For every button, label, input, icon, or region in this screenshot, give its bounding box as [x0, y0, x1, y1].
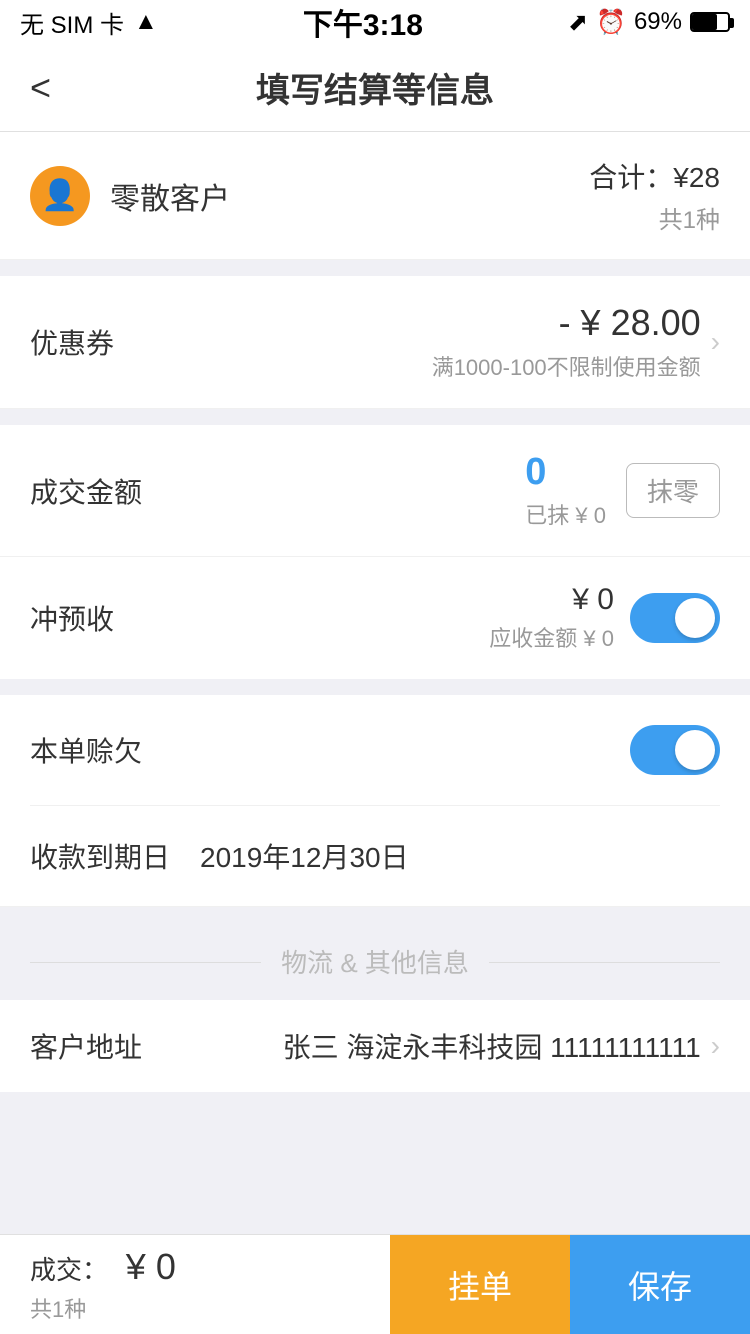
deal-prepay-section: 成交金额 0 已抹 ¥ 0 抹零 冲预收 ¥ 0 应收金额 ¥ 0 [0, 425, 750, 679]
duedate-value: 2019年12月30日 [200, 836, 409, 876]
pend-button[interactable]: 挂单 [390, 1235, 570, 1334]
deal-amount-label: 成交金额 [30, 471, 142, 511]
logistics-label: 物流 & 其他信息 [281, 948, 469, 978]
coupon-amount: - ¥ 28.00 [432, 302, 701, 344]
debt-label: 本单赊欠 [30, 730, 142, 770]
debt-section: 本单赊欠 收款到期日 2019年12月30日 [0, 695, 750, 907]
deal-right: 0 已抹 ¥ 0 抹零 [525, 451, 720, 530]
duedate-label: 收款到期日 [30, 836, 170, 876]
prepay-row: 冲预收 ¥ 0 应收金额 ¥ 0 [0, 557, 750, 679]
battery-icon [690, 12, 730, 32]
page-title: 填写结算等信息 [256, 63, 494, 112]
address-right: 张三 海淀永丰科技园 11111111111 › [283, 1026, 720, 1066]
customer-left: 👤 零散客户 [30, 166, 230, 226]
customer-right: 合计：¥28 共1种 [589, 156, 720, 235]
bottom-deal-label: 成交： [30, 1255, 108, 1285]
customer-row: 👤 零散客户 合计：¥28 共1种 [0, 132, 750, 260]
coupon-section: 优惠券 - ¥ 28.00 满1000-100不限制使用金额 › [0, 276, 750, 409]
battery-percent: 69% [634, 8, 682, 36]
save-button[interactable]: 保存 [570, 1235, 750, 1334]
wifi-icon: ▲ [134, 8, 158, 36]
carrier-label: 无 SIM 卡 [20, 5, 124, 40]
bottom-count: 共1种 [30, 1292, 360, 1324]
address-chevron-icon: › [711, 1030, 720, 1062]
address-value: 张三 海淀永丰科技园 11111111111 [283, 1026, 701, 1066]
prepay-receivable: 应收金额 ¥ 0 [489, 621, 614, 653]
content: 👤 零散客户 合计：¥28 共1种 优惠券 - ¥ 28.00 满1000-10… [0, 132, 750, 1228]
deal-amount-row: 成交金额 0 已抹 ¥ 0 抹零 [0, 425, 750, 557]
total-amount: 合计：¥28 [589, 156, 720, 196]
customer-section: 👤 零散客户 合计：¥28 共1种 [0, 132, 750, 260]
already-zero: 已抹 ¥ 0 [525, 498, 606, 530]
debt-row: 本单赊欠 [0, 695, 750, 805]
status-time: 下午3:18 [303, 0, 423, 44]
debt-toggle[interactable] [630, 725, 720, 775]
coupon-row[interactable]: 优惠券 - ¥ 28.00 满1000-100不限制使用金额 › [0, 276, 750, 409]
prepay-right: ¥ 0 应收金额 ¥ 0 [489, 583, 720, 653]
status-bar: 无 SIM 卡 ▲ 下午3:18 ⬈ ⏰ 69% [0, 0, 750, 44]
status-right: ⬈ ⏰ 69% [568, 8, 730, 37]
avatar: 👤 [30, 166, 90, 226]
address-row[interactable]: 客户地址 张三 海淀永丰科技园 11111111111 › [0, 1000, 750, 1092]
address-label: 客户地址 [30, 1026, 142, 1066]
chevron-right-icon: › [711, 326, 720, 358]
customer-name: 零散客户 [110, 174, 230, 218]
bottom-summary: 成交： ¥ 0 共1种 [0, 1246, 390, 1324]
coupon-label: 优惠券 [30, 322, 114, 362]
duedate-row: 收款到期日 2019年12月30日 [0, 806, 750, 907]
nav-bar: < 填写结算等信息 [0, 44, 750, 132]
bottom-bar: 成交： ¥ 0 共1种 挂单 保存 [0, 1234, 750, 1334]
round-zero-button[interactable]: 抹零 [626, 463, 720, 518]
location-icon: ⬈ [568, 8, 588, 37]
bottom-deal-amount: ¥ 0 [126, 1246, 176, 1287]
deal-value: 0 [525, 451, 606, 494]
status-left: 无 SIM 卡 ▲ [20, 5, 158, 40]
total-count: 共1种 [589, 200, 720, 235]
coupon-desc: 满1000-100不限制使用金额 [432, 350, 701, 382]
address-section: 客户地址 张三 海淀永丰科技园 11111111111 › [0, 1000, 750, 1092]
back-button[interactable]: < [30, 67, 51, 109]
avatar-icon: 👤 [41, 178, 78, 213]
coupon-right: - ¥ 28.00 满1000-100不限制使用金额 › [432, 302, 720, 382]
prepay-label: 冲预收 [30, 598, 114, 638]
prepay-toggle[interactable] [630, 593, 720, 643]
prepay-amount: ¥ 0 [489, 583, 614, 617]
logistics-header: 物流 & 其他信息 [0, 923, 750, 1000]
alarm-icon: ⏰ [596, 8, 626, 37]
